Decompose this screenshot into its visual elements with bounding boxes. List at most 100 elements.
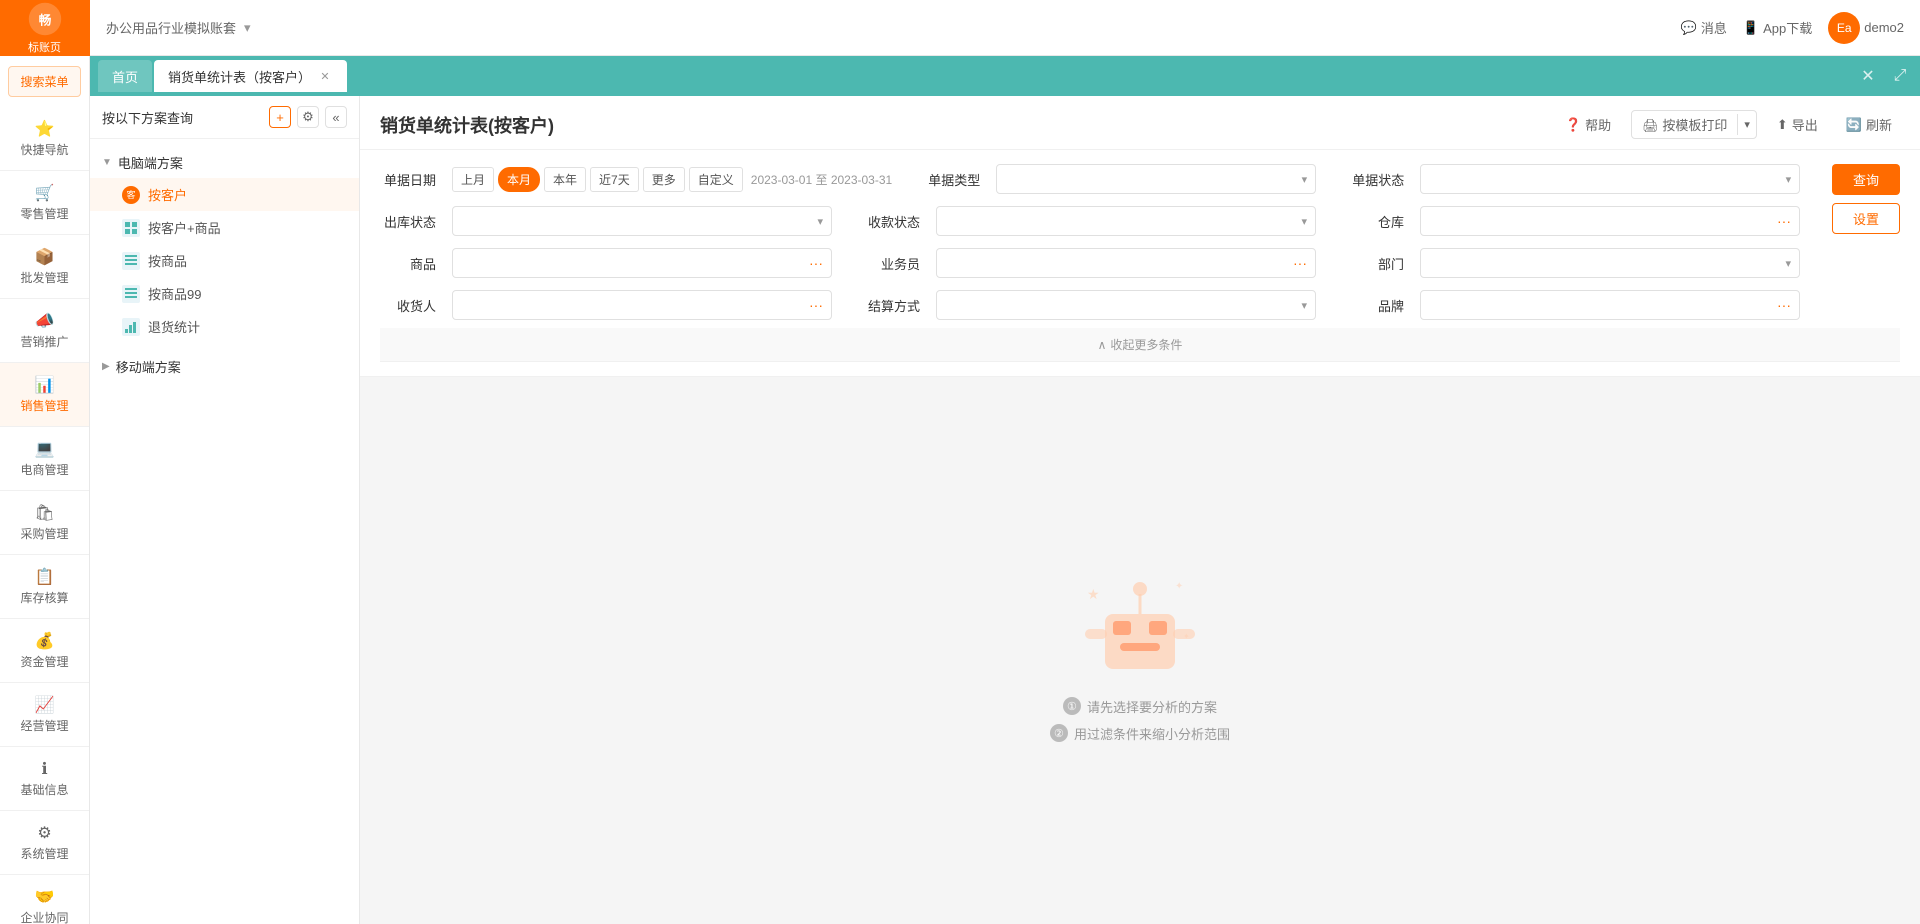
- purchase-icon: 🛍: [8, 503, 81, 523]
- doc-status-arrow: ▾: [1786, 173, 1792, 186]
- scheme-item-by-goods[interactable]: 按商品: [90, 244, 359, 277]
- scheme-item-by-customer-goods[interactable]: 按客户+商品: [90, 211, 359, 244]
- brand-ellipsis[interactable]: ···: [1777, 297, 1791, 313]
- date-custom[interactable]: 自定义: [689, 167, 743, 192]
- download-icon: 📱: [1743, 20, 1759, 36]
- tab-close-button[interactable]: ✕: [317, 68, 333, 84]
- header-left: 办公用品行业模拟账套 ▾: [106, 18, 251, 37]
- salesperson-select[interactable]: ···: [936, 248, 1316, 278]
- page-actions: ❓ 帮助 🖨 按模板打印 ▾ ⬆ 导出: [1557, 110, 1900, 139]
- scheme-panel-header: 按以下方案查询 + ⚙ «: [90, 96, 359, 139]
- operation-icon: 📈: [8, 695, 81, 715]
- search-menu-button[interactable]: 搜索菜单: [8, 66, 81, 97]
- sidebar-item-corp[interactable]: 🤝 企业协同: [0, 875, 89, 924]
- tab-sales-stat[interactable]: 销货单统计表（按客户） ✕: [154, 60, 347, 92]
- date-last-month[interactable]: 上月: [452, 167, 494, 192]
- collapse-button[interactable]: ∧ 收起更多条件: [1098, 336, 1183, 353]
- salesperson-ellipsis[interactable]: ···: [1293, 255, 1307, 271]
- receiver-select[interactable]: ···: [452, 290, 832, 320]
- date-group: 上月 本月 本年 近7天 更多 自定义 2023-03-01 至 2023-03…: [452, 167, 892, 192]
- print-icon: 🖨: [1642, 118, 1659, 133]
- settings-button[interactable]: 设置: [1832, 203, 1900, 234]
- sidebar-item-system[interactable]: ⚙ 系统管理: [0, 811, 89, 875]
- app-logo[interactable]: 畅 标账页: [0, 0, 90, 56]
- receipt-status-select[interactable]: ▾: [936, 206, 1316, 236]
- date-this-month[interactable]: 本月: [498, 167, 540, 192]
- marketing-icon: 📣: [8, 311, 81, 331]
- warehouse-select[interactable]: ···: [1420, 206, 1800, 236]
- receiver-ellipsis[interactable]: ···: [809, 297, 823, 313]
- sidebar-item-wholesale[interactable]: 📦 批发管理: [0, 235, 89, 299]
- industry-dropdown-arrow[interactable]: ▾: [244, 20, 251, 36]
- sidebar-item-marketing[interactable]: 📣 营销推广: [0, 299, 89, 363]
- scheme-panel-title: 按以下方案查询: [102, 108, 193, 127]
- main-area: 办公用品行业模拟账套 ▾ 💬 消息 📱 App下载 Ea demo2 首页: [90, 0, 1920, 924]
- maximize-tab-action[interactable]: ⤢: [1888, 64, 1912, 88]
- app-download-button[interactable]: 📱 App下载: [1743, 18, 1812, 37]
- doc-type-select[interactable]: ▾: [996, 164, 1316, 194]
- sidebar-item-purchase[interactable]: 🛍 采购管理: [0, 491, 89, 555]
- message-icon: 💬: [1681, 20, 1697, 36]
- sidebar-item-sales[interactable]: 📊 销售管理: [0, 363, 89, 427]
- goods-ellipsis[interactable]: ···: [809, 255, 823, 271]
- export-button[interactable]: ⬆ 导出: [1769, 111, 1826, 138]
- header-right: 💬 消息 📱 App下载 Ea demo2: [1681, 12, 1904, 44]
- sidebar-item-ecommerce[interactable]: 💻 电商管理: [0, 427, 89, 491]
- scheme-panel: 按以下方案查询 + ⚙ « ▼ 电脑端方案 客 按客户: [90, 96, 360, 924]
- scheme-add-button[interactable]: +: [269, 106, 291, 128]
- page-title: 销货单统计表(按客户): [380, 112, 554, 138]
- date-last-7days[interactable]: 近7天: [590, 167, 639, 192]
- tab-home[interactable]: 首页: [98, 60, 152, 92]
- svg-text:★: ★: [1087, 586, 1100, 602]
- finance-icon: 💰: [8, 631, 81, 651]
- payment-select[interactable]: ▾: [936, 290, 1316, 320]
- out-status-select[interactable]: ▾: [452, 206, 832, 236]
- date-more[interactable]: 更多: [643, 167, 685, 192]
- goods-select[interactable]: ···: [452, 248, 832, 278]
- mobile-group-toggle[interactable]: ▶ 移动端方案: [90, 351, 359, 382]
- sidebar-item-basic[interactable]: ℹ 基础信息: [0, 747, 89, 811]
- sidebar-item-inventory[interactable]: 📋 库存核算: [0, 555, 89, 619]
- goods99-scheme-icon: [122, 285, 140, 303]
- ecommerce-icon: 💻: [8, 439, 81, 459]
- desktop-group-toggle[interactable]: ▼ 电脑端方案: [90, 147, 359, 178]
- goods-label: 商品: [380, 254, 436, 273]
- content-area: 按以下方案查询 + ⚙ « ▼ 电脑端方案 客 按客户: [90, 96, 1920, 924]
- print-button[interactable]: 🖨 按模板打印: [1632, 111, 1737, 138]
- dept-select[interactable]: ▾: [1420, 248, 1800, 278]
- empty-state: ★ ✦ ✦ ① 请先选择要分析的方案 ② 用过滤条件来缩小分析范围: [360, 377, 1920, 924]
- refresh-button[interactable]: 🔄 刷新: [1838, 111, 1900, 138]
- brand-select[interactable]: ···: [1420, 290, 1800, 320]
- scheme-settings-button[interactable]: ⚙: [297, 106, 319, 128]
- scheme-item-return-stats[interactable]: 退货统计: [90, 310, 359, 343]
- user-profile[interactable]: Ea demo2: [1828, 12, 1904, 44]
- help-button[interactable]: ❓ 帮助: [1557, 111, 1619, 138]
- receipt-status-label: 收款状态: [864, 212, 920, 231]
- brand-label: 品牌: [1348, 296, 1404, 315]
- query-button[interactable]: 查询: [1832, 164, 1900, 195]
- out-status-arrow: ▾: [817, 215, 823, 228]
- top-header: 办公用品行业模拟账套 ▾ 💬 消息 📱 App下载 Ea demo2: [90, 0, 1920, 56]
- doc-status-select[interactable]: ▾: [1420, 164, 1800, 194]
- doc-status-label: 单据状态: [1348, 170, 1404, 189]
- sidebar-navigation: ⭐ 快捷导航 🛒 零售管理 📦 批发管理 📣 营销推广 📊 销售管理 💻 电商管…: [0, 107, 89, 924]
- industry-label: 办公用品行业模拟账套: [106, 18, 236, 37]
- sidebar-item-operation[interactable]: 📈 经营管理: [0, 683, 89, 747]
- date-this-year[interactable]: 本年: [544, 167, 586, 192]
- sidebar-item-finance[interactable]: 💰 资金管理: [0, 619, 89, 683]
- collapse-bar[interactable]: ∧ 收起更多条件: [380, 328, 1900, 362]
- message-button[interactable]: 💬 消息: [1681, 18, 1727, 37]
- close-tab-action[interactable]: ✕: [1856, 64, 1880, 88]
- tip-number-1: ①: [1063, 697, 1081, 715]
- empty-illustration: ★ ✦ ✦: [1075, 559, 1205, 689]
- scheme-collapse-button[interactable]: «: [325, 106, 347, 128]
- filter-area: 单据日期 上月 本月 本年 近7天 更多 自定义 2023-03-01 至 20…: [360, 150, 1920, 377]
- scheme-item-by-goods-99[interactable]: 按商品99: [90, 277, 359, 310]
- sidebar-search-area: 搜索菜单: [0, 56, 89, 107]
- sidebar-item-retail[interactable]: 🛒 零售管理: [0, 171, 89, 235]
- basic-icon: ℹ: [8, 759, 81, 779]
- warehouse-ellipsis[interactable]: ···: [1777, 213, 1791, 229]
- scheme-item-by-customer[interactable]: 客 按客户: [90, 178, 359, 211]
- sidebar-item-quick-nav[interactable]: ⭐ 快捷导航: [0, 107, 89, 171]
- print-dropdown-arrow[interactable]: ▾: [1737, 114, 1756, 135]
